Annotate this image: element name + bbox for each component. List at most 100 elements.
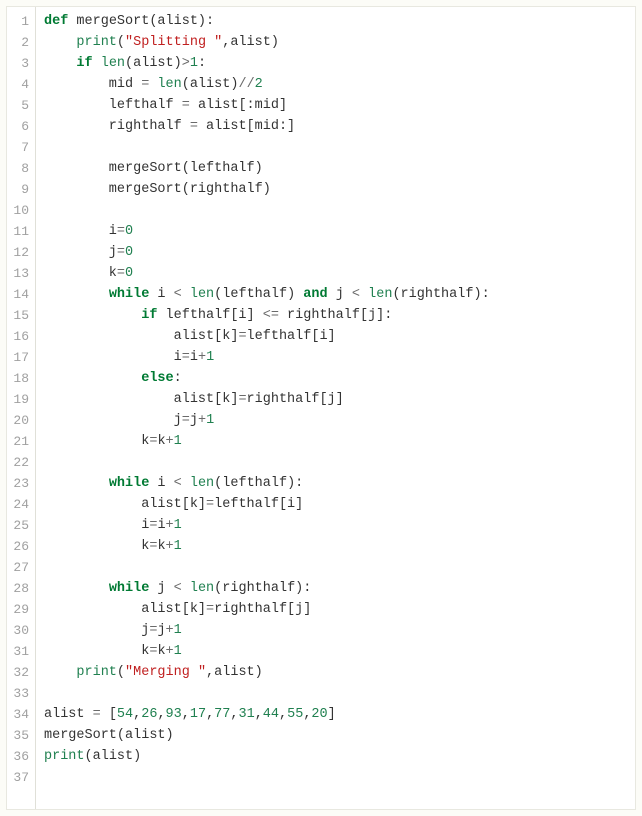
token-plain: :	[198, 56, 206, 71]
token-plain: (lefthalf)	[214, 287, 303, 302]
token-num: 31	[238, 707, 254, 722]
token-plain: (	[117, 35, 125, 50]
token-builtin: print	[76, 665, 117, 680]
code-line: j=0	[44, 242, 627, 263]
code-line: alist[k]=lefthalf[i]	[44, 494, 627, 515]
token-op: <	[174, 476, 182, 491]
token-plain: (righthalf):	[214, 581, 311, 596]
token-builtin: len	[368, 287, 392, 302]
token-plain	[360, 287, 368, 302]
line-number: 22	[11, 452, 29, 473]
token-num: 1	[190, 56, 198, 71]
token-plain: righthalf	[44, 119, 190, 134]
line-number: 8	[11, 158, 29, 179]
token-plain: ,	[255, 707, 263, 722]
token-op: =	[238, 392, 246, 407]
code-line: j=j+1	[44, 410, 627, 431]
token-plain: ,alist)	[206, 665, 263, 680]
token-op: +	[198, 350, 206, 365]
token-op: =	[93, 707, 101, 722]
code-line: i=i+1	[44, 347, 627, 368]
token-plain: j	[44, 623, 149, 638]
token-op: =	[182, 98, 190, 113]
token-op: =	[182, 350, 190, 365]
code-line: if len(alist)>1:	[44, 53, 627, 74]
token-op: +	[166, 518, 174, 533]
token-kw: def	[44, 14, 68, 29]
line-number: 12	[11, 242, 29, 263]
token-plain: (alist)	[125, 56, 182, 71]
token-num: 0	[125, 266, 133, 281]
token-plain: (alist)	[85, 749, 142, 764]
code-line: while i < len(lefthalf) and j < len(righ…	[44, 284, 627, 305]
line-number: 32	[11, 662, 29, 683]
token-kw: if	[76, 56, 92, 71]
code-line: mid = len(alist)//2	[44, 74, 627, 95]
token-op: <	[174, 581, 182, 596]
code-line: i=i+1	[44, 515, 627, 536]
token-op: +	[166, 644, 174, 659]
token-builtin: print	[44, 749, 85, 764]
code-line: righthalf = alist[mid:]	[44, 116, 627, 137]
line-number: 16	[11, 326, 29, 347]
token-plain	[44, 665, 76, 680]
token-builtin: len	[190, 476, 214, 491]
token-plain: j	[44, 413, 182, 428]
token-plain: ,	[157, 707, 165, 722]
token-plain: lefthalf[i]	[214, 497, 303, 512]
token-num: 1	[206, 413, 214, 428]
token-plain: j	[190, 413, 198, 428]
token-plain: lefthalf[i]	[247, 329, 336, 344]
token-plain: mergeSort(lefthalf)	[44, 161, 263, 176]
token-kw: while	[109, 476, 150, 491]
code-line: print("Merging ",alist)	[44, 662, 627, 683]
line-number: 10	[11, 200, 29, 221]
line-number: 18	[11, 368, 29, 389]
token-builtin: len	[190, 581, 214, 596]
token-plain: j	[328, 287, 352, 302]
line-number: 24	[11, 494, 29, 515]
token-plain: i	[190, 350, 198, 365]
line-number: 3	[11, 53, 29, 74]
code-line: while i < len(lefthalf):	[44, 473, 627, 494]
token-op: =	[117, 266, 125, 281]
code-line	[44, 452, 627, 473]
token-num: 0	[125, 224, 133, 239]
line-number: 1	[11, 11, 29, 32]
token-plain	[182, 287, 190, 302]
line-number: 19	[11, 389, 29, 410]
token-plain: k	[157, 644, 165, 659]
code-line	[44, 137, 627, 158]
code-area: def mergeSort(alist): print("Splitting "…	[36, 7, 635, 809]
token-op: =	[182, 413, 190, 428]
token-plain: righthalf[j]	[247, 392, 344, 407]
token-num: 55	[287, 707, 303, 722]
line-number: 23	[11, 473, 29, 494]
code-line: alist[k]=righthalf[j]	[44, 389, 627, 410]
code-line	[44, 767, 627, 788]
token-plain: ,	[182, 707, 190, 722]
code-line: alist[k]=lefthalf[i]	[44, 326, 627, 347]
token-kw: else	[141, 371, 173, 386]
token-builtin: len	[190, 287, 214, 302]
line-number: 13	[11, 263, 29, 284]
token-num: 1	[206, 350, 214, 365]
token-op: =	[117, 224, 125, 239]
token-plain: ,	[206, 707, 214, 722]
token-op: =	[190, 119, 198, 134]
code-line: k=k+1	[44, 641, 627, 662]
token-num: 1	[174, 644, 182, 659]
code-line: i=0	[44, 221, 627, 242]
token-op: >	[182, 56, 190, 71]
line-number: 28	[11, 578, 29, 599]
code-line: while j < len(righthalf):	[44, 578, 627, 599]
token-op: =	[117, 245, 125, 260]
code-line: print(alist)	[44, 746, 627, 767]
token-plain: k	[44, 434, 149, 449]
token-plain: mergeSort(alist):	[68, 14, 214, 29]
token-plain	[182, 581, 190, 596]
code-line	[44, 683, 627, 704]
token-op: +	[166, 539, 174, 554]
token-plain: ]	[328, 707, 336, 722]
token-op: =	[206, 497, 214, 512]
